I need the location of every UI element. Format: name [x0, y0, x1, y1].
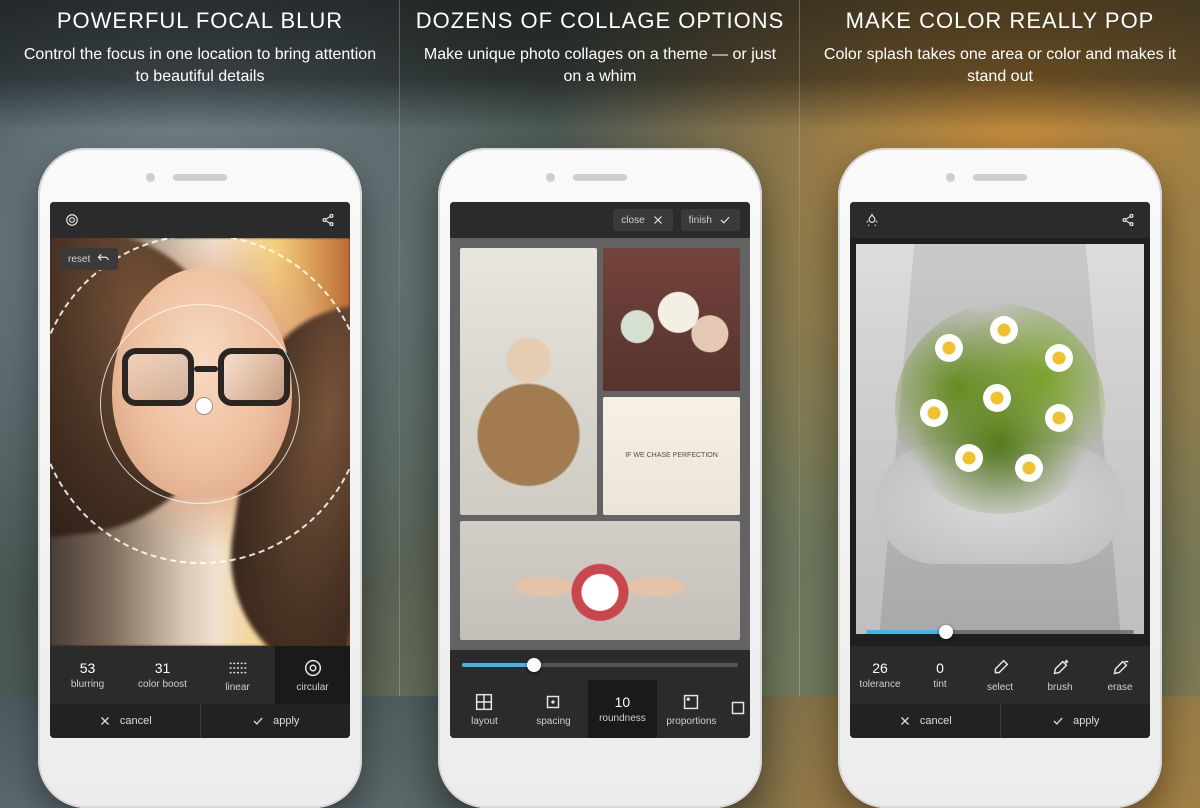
phone-camera-dot	[146, 173, 155, 182]
app-screen-collage: close finish IF WE CHASE PERFECTION	[450, 202, 750, 738]
phone-mockup: reset 53 blurring 31 color boost	[38, 148, 362, 808]
focal-mode-icon[interactable]	[60, 208, 84, 232]
slider-thumb[interactable]	[527, 658, 541, 672]
tool-linear[interactable]: linear	[200, 646, 275, 704]
tool-layout[interactable]: layout	[450, 680, 519, 738]
tool-blurring[interactable]: 53 blurring	[50, 646, 125, 704]
tool-row: 26 tolerance 0 tint select brush	[850, 646, 1150, 704]
panel-subtitle: Make unique photo collages on a theme — …	[400, 34, 800, 87]
top-bar	[50, 202, 350, 238]
reset-button[interactable]: reset	[60, 248, 118, 270]
collage-canvas-wrap: IF WE CHASE PERFECTION	[450, 238, 750, 650]
check-icon	[718, 213, 732, 227]
close-icon	[651, 213, 665, 227]
collage-cell-1[interactable]	[460, 248, 597, 515]
eyedropper-icon	[989, 657, 1011, 679]
app-screen-color-splash: 26 tolerance 0 tint select brush	[850, 202, 1150, 738]
photo-bouquet	[895, 304, 1105, 514]
linear-icon	[227, 657, 249, 679]
brush-add-icon	[1049, 657, 1071, 679]
splash-slider[interactable]	[866, 630, 1134, 634]
share-icon[interactable]	[316, 208, 340, 232]
panel-subtitle: Control the focus in one location to bri…	[0, 34, 400, 87]
cancel-button[interactable]: cancel	[50, 704, 200, 738]
close-icon	[98, 714, 112, 728]
proportions-icon	[680, 691, 702, 713]
apply-button[interactable]: apply	[200, 704, 351, 738]
panel-title: MAKE COLOR REALLY POP	[800, 0, 1200, 34]
tool-row: 53 blurring 31 color boost linear circul…	[50, 646, 350, 704]
bottom-bar: cancel apply	[850, 704, 1150, 738]
collage-slider[interactable]	[450, 650, 750, 680]
promo-panel-collage: DOZENS OF COLLAGE OPTIONS Make unique ph…	[400, 0, 800, 696]
editor-canvas[interactable]: reset	[50, 238, 350, 646]
share-icon[interactable]	[1116, 208, 1140, 232]
close-icon	[898, 714, 912, 728]
promo-panel-color-splash: MAKE COLOR REALLY POP Color splash takes…	[800, 0, 1200, 696]
circular-icon	[302, 657, 324, 679]
layout-icon	[473, 691, 495, 713]
phone-mockup: close finish IF WE CHASE PERFECTION	[438, 148, 762, 808]
panel-title: DOZENS OF COLLAGE OPTIONS	[400, 0, 800, 34]
collage-cell-4[interactable]	[460, 521, 740, 640]
top-bar: close finish	[450, 202, 750, 238]
splash-mode-icon[interactable]	[860, 208, 884, 232]
tool-select[interactable]: select	[970, 646, 1030, 704]
tool-tint[interactable]: 0 tint	[910, 646, 970, 704]
check-icon	[1051, 714, 1065, 728]
brush-remove-icon	[1109, 657, 1131, 679]
phone-speaker	[173, 174, 227, 181]
tool-color-boost[interactable]: 31 color boost	[125, 646, 200, 704]
collage-cell-3[interactable]: IF WE CHASE PERFECTION	[603, 397, 740, 516]
tool-tolerance[interactable]: 26 tolerance	[850, 646, 910, 704]
phone-mockup: 26 tolerance 0 tint select brush	[838, 148, 1162, 808]
tool-erase[interactable]: erase	[1090, 646, 1150, 704]
collage-cell-2[interactable]	[603, 248, 740, 391]
panel-subtitle: Color splash takes one area or color and…	[800, 34, 1200, 87]
close-button[interactable]: close	[613, 209, 672, 231]
promo-panel-focal-blur: POWERFUL FOCAL BLUR Control the focus in…	[0, 0, 400, 696]
reset-label: reset	[68, 254, 90, 265]
tool-more[interactable]	[726, 680, 750, 738]
panel-title: POWERFUL FOCAL BLUR	[0, 0, 400, 34]
editor-canvas[interactable]	[850, 238, 1150, 646]
tool-spacing[interactable]: spacing	[519, 680, 588, 738]
focal-center-handle[interactable]	[196, 398, 212, 414]
tool-roundness[interactable]: 10 roundness	[588, 680, 657, 738]
tool-circular[interactable]: circular	[275, 646, 350, 704]
collage-grid[interactable]: IF WE CHASE PERFECTION	[460, 248, 740, 640]
quote-text: IF WE CHASE PERFECTION	[625, 452, 718, 459]
app-screen-focal-blur: reset 53 blurring 31 color boost	[50, 202, 350, 738]
slider-thumb[interactable]	[939, 625, 953, 639]
finish-button[interactable]: finish	[681, 209, 740, 231]
top-bar	[850, 202, 1150, 238]
tool-proportions[interactable]: proportions	[657, 680, 726, 738]
undo-icon	[96, 252, 110, 266]
check-icon	[251, 714, 265, 728]
apply-button[interactable]: apply	[1000, 704, 1151, 738]
tool-brush[interactable]: brush	[1030, 646, 1090, 704]
tool-row: layout spacing 10 roundness proportions	[450, 680, 750, 738]
more-icon	[727, 697, 749, 719]
bottom-bar: cancel apply	[50, 704, 350, 738]
cancel-button[interactable]: cancel	[850, 704, 1000, 738]
spacing-icon	[542, 691, 564, 713]
